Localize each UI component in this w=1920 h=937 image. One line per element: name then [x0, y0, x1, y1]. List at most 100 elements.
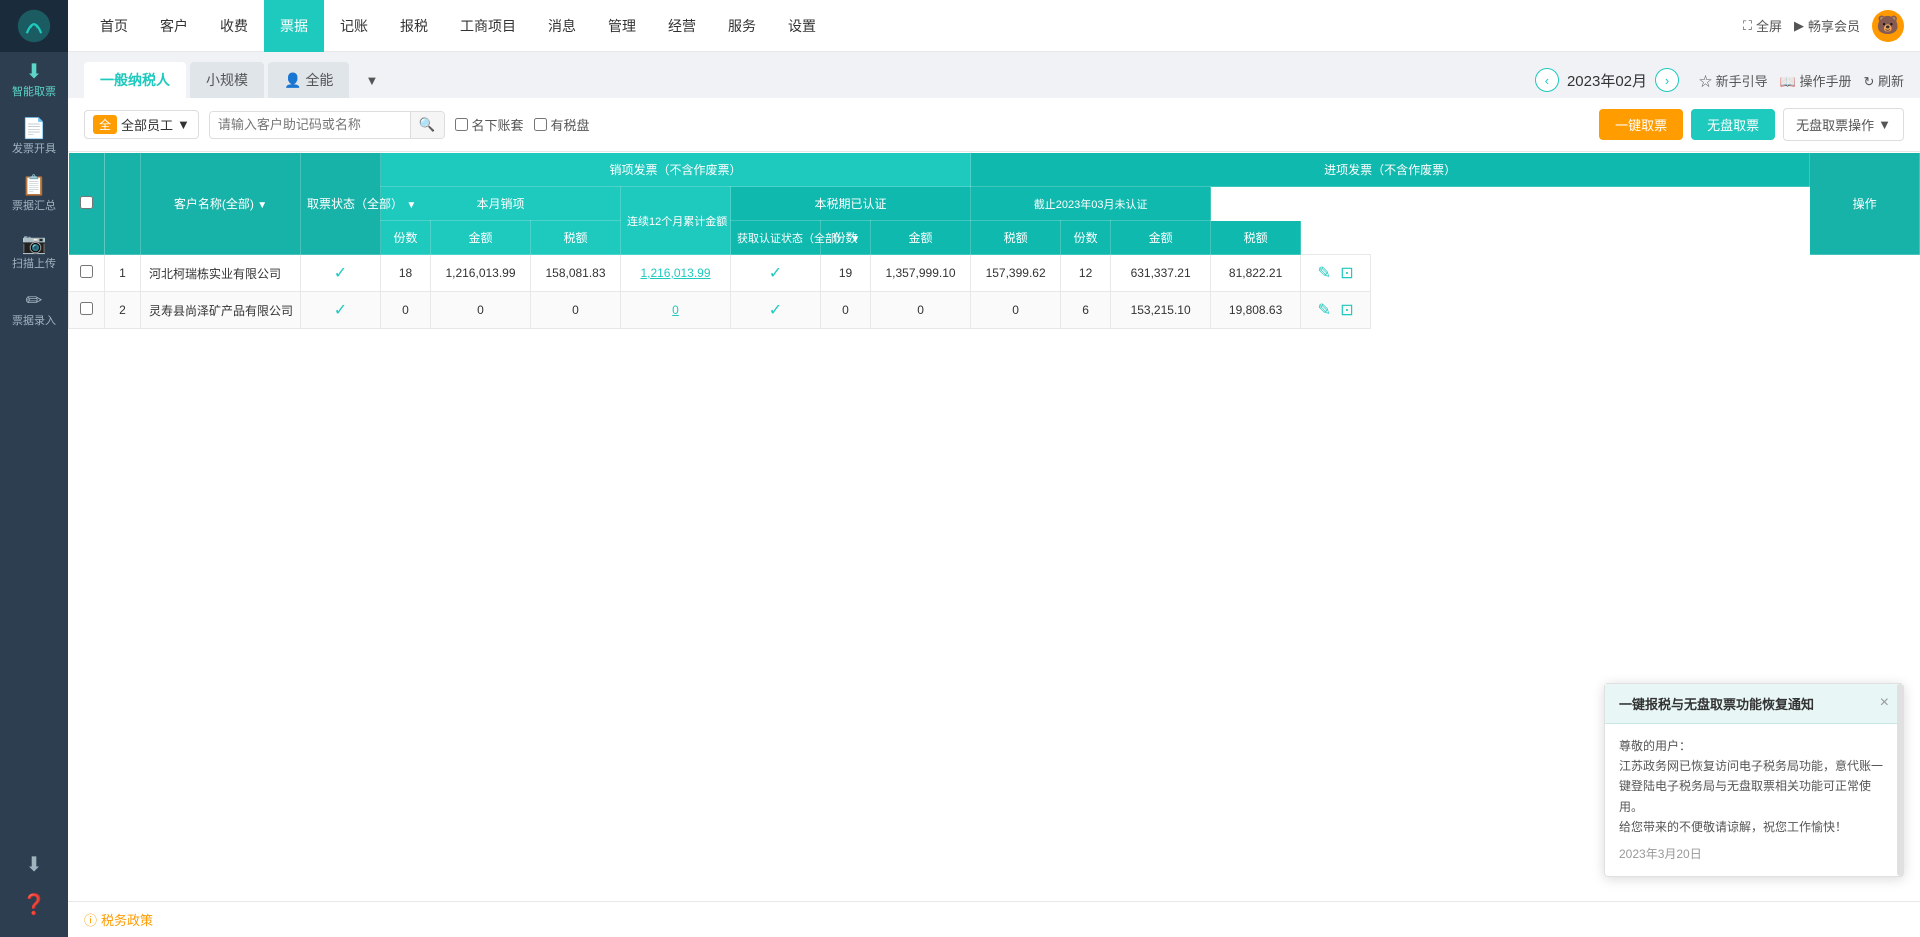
row-before-count: 6 — [1061, 292, 1111, 329]
topnav-invoice[interactable]: 票据 — [264, 0, 324, 52]
col-name-header[interactable]: 客户名称(全部) ▼ — [141, 153, 301, 255]
sidebar: ⬇ 智能取票 📄 发票开具 📋 票据汇总 📷 扫描上传 ✏ 票据录入 ⬇ ❓ — [0, 0, 68, 937]
row-checkbox[interactable] — [80, 265, 93, 278]
row-period-amount: 0 — [871, 292, 971, 329]
info-icon: ⓘ — [84, 910, 97, 929]
sidebar-item-issue-invoice[interactable]: 📄 发票开具 — [0, 109, 68, 166]
vip-btn[interactable]: ▶ 畅享会员 — [1794, 16, 1860, 35]
dropdown-icon: ▼ — [1878, 117, 1891, 132]
detail-icon[interactable]: ⊡ — [1340, 302, 1353, 319]
no-disk-op-btn[interactable]: 无盘取票操作 ▼ — [1783, 108, 1904, 141]
sidebar-item-data-entry[interactable]: ✏ 票据录入 — [0, 281, 68, 338]
subtabs: 一般纳税人 小规模 👤 全能 ▼ ‹ 2023年02月 › ☆ 全屏新手引导 📖… — [68, 52, 1920, 98]
filter-under-account-label: 名下账套 — [472, 115, 524, 134]
topnav-home[interactable]: 首页 — [84, 0, 144, 52]
subtab-all-label: 全能 — [305, 70, 333, 90]
operation-manual[interactable]: 📖 操作手册 — [1780, 71, 1852, 90]
date-prev-btn[interactable]: ‹ — [1535, 68, 1559, 92]
notification-close-btn[interactable]: × — [1880, 694, 1889, 712]
notification-body: 尊敬的用户：江苏政务网已恢复访问电子税务局功能，意代账一键登陆电子税务局与无盘取… — [1605, 724, 1903, 876]
notification-scrollbar[interactable] — [1897, 684, 1903, 876]
row-period-tax: 157,399.62 — [971, 255, 1061, 292]
filter-under-account-checkbox[interactable] — [455, 118, 468, 131]
notification-line: 尊敬的用户： — [1619, 736, 1889, 756]
topnav-tax[interactable]: 报税 — [384, 0, 444, 52]
row-period-count: 19 — [821, 255, 871, 292]
subtab-general[interactable]: 一般纳税人 — [84, 62, 186, 98]
select-all-checkbox[interactable] — [80, 196, 93, 209]
row-period-count: 0 — [821, 292, 871, 329]
topnav-operation[interactable]: 经营 — [652, 0, 712, 52]
row-month-amount: 1,216,013.99 — [431, 255, 531, 292]
smart-fetch-icon: ⬇ — [26, 62, 43, 82]
notification-line: 江苏政务网已恢复访问电子税务局功能，意代账一键登陆电子税务局与无盘取票相关功能可… — [1619, 756, 1889, 797]
row-company-name: 河北柯瑞栋实业有限公司 — [141, 255, 301, 292]
refresh-btn[interactable]: ↻ 刷新 — [1863, 71, 1904, 90]
subtab-small-label: 小规模 — [206, 70, 248, 90]
topnav-industry[interactable]: 工商项目 — [444, 0, 532, 52]
subtab-small[interactable]: 小规模 — [190, 62, 264, 98]
row-checkbox-cell[interactable] — [69, 255, 105, 292]
notification-header: 一键报税与无盘取票功能恢复通知 × — [1605, 684, 1903, 724]
topnav: 首页 客户 收费 票据 记账 报税 工商项目 消息 管理 经营 服务 设置 ⛶ … — [68, 0, 1920, 52]
detail-icon[interactable]: ⊡ — [1340, 265, 1353, 282]
col-num-header — [105, 153, 141, 255]
fullscreen-btn[interactable]: ⛶ 全屏 — [1743, 16, 1782, 35]
topnav-message[interactable]: 消息 — [532, 0, 592, 52]
logo — [0, 0, 68, 52]
chevron-down-icon: ▼ — [365, 73, 378, 88]
edit-icon[interactable]: ✎ — [1318, 265, 1331, 282]
row-checkbox[interactable] — [80, 302, 93, 315]
subtab-more[interactable]: ▼ — [353, 65, 390, 96]
sidebar-item-label: 智能取票 — [12, 86, 56, 99]
subtab-all[interactable]: 👤 全能 — [268, 62, 349, 98]
topnav-bookkeeping[interactable]: 记账 — [324, 0, 384, 52]
sidebar-item-help[interactable]: ❓ — [0, 885, 68, 925]
date-nav: ‹ 2023年02月 › — [1535, 68, 1679, 92]
row-before-amount: 631,337.21 — [1111, 255, 1211, 292]
fullscreen-label: 全屏 — [1756, 16, 1782, 35]
vip-label: 畅享会员 — [1808, 16, 1860, 35]
before-amount-header: 金额 — [1111, 221, 1211, 255]
sidebar-item-invoice-summary[interactable]: 📋 票据汇总 — [0, 166, 68, 223]
header-actions: ☆ 全屏新手引导 📖 操作手册 ↻ 刷新 — [1699, 71, 1904, 90]
topnav-right: ⛶ 全屏 ▶ 畅享会员 🐻 — [1743, 10, 1904, 42]
row-checkbox-cell[interactable] — [69, 292, 105, 329]
sidebar-item-smart-fetch[interactable]: ⬇ 智能取票 — [0, 52, 68, 109]
scan-upload-icon: 📷 — [22, 234, 47, 254]
new-user-guide[interactable]: ☆ 全屏新手引导 — [1699, 71, 1768, 90]
topnav-settings[interactable]: 设置 — [772, 0, 832, 52]
sidebar-item-label: 票据汇总 — [12, 200, 56, 213]
date-next-btn[interactable]: › — [1655, 68, 1679, 92]
search-input[interactable] — [210, 112, 410, 137]
sidebar-item-label: 扫描上传 — [12, 258, 56, 271]
topnav-client[interactable]: 客户 — [144, 0, 204, 52]
row-cumulative[interactable]: 0 — [621, 292, 731, 329]
edit-icon[interactable]: ✎ — [1318, 302, 1331, 319]
user-avatar[interactable]: 🐻 — [1872, 10, 1904, 42]
col-take-status-header[interactable]: 取票状态（全部） ▼ — [301, 153, 381, 255]
person-icon: 👤 — [284, 72, 301, 89]
row-cumulative[interactable]: 1,216,013.99 — [621, 255, 731, 292]
cert-status-header[interactable]: 获取认证状态（全部） ▼ — [731, 221, 821, 255]
row-month-tax: 158,081.83 — [531, 255, 621, 292]
topnav-manage[interactable]: 管理 — [592, 0, 652, 52]
toolbar: 全 全部员工 ▼ 🔍 名下账套 有税盘 一键取票 无盘取票 无盘取票操作 — [68, 98, 1920, 152]
policy-link[interactable]: ⓘ 税务政策 — [84, 910, 153, 929]
search-button[interactable]: 🔍 — [410, 112, 444, 138]
sidebar-item-download[interactable]: ⬇ — [0, 845, 68, 885]
one-click-fetch-btn[interactable]: 一键取票 — [1599, 109, 1683, 140]
no-disk-fetch-btn[interactable]: 无盘取票 — [1691, 109, 1775, 140]
row-take-status: ✓ — [301, 255, 381, 292]
purchase-group-header: 进项发票（不含作废票） — [971, 153, 1810, 187]
employee-filter[interactable]: 全 全部员工 ▼ — [84, 110, 199, 139]
topnav-billing[interactable]: 收费 — [204, 0, 264, 52]
invoice-summary-icon: 📋 — [22, 176, 47, 196]
filter-has-tax-disk[interactable]: 有税盘 — [534, 115, 590, 134]
filter-has-tax-disk-checkbox[interactable] — [534, 118, 547, 131]
filter-under-account[interactable]: 名下账套 — [455, 115, 524, 134]
sidebar-item-scan-upload[interactable]: 📷 扫描上传 — [0, 224, 68, 281]
toolbar-right: 一键取票 无盘取票 无盘取票操作 ▼ — [1599, 108, 1904, 141]
topnav-service[interactable]: 服务 — [712, 0, 772, 52]
sidebar-item-label: 票据录入 — [12, 315, 56, 328]
